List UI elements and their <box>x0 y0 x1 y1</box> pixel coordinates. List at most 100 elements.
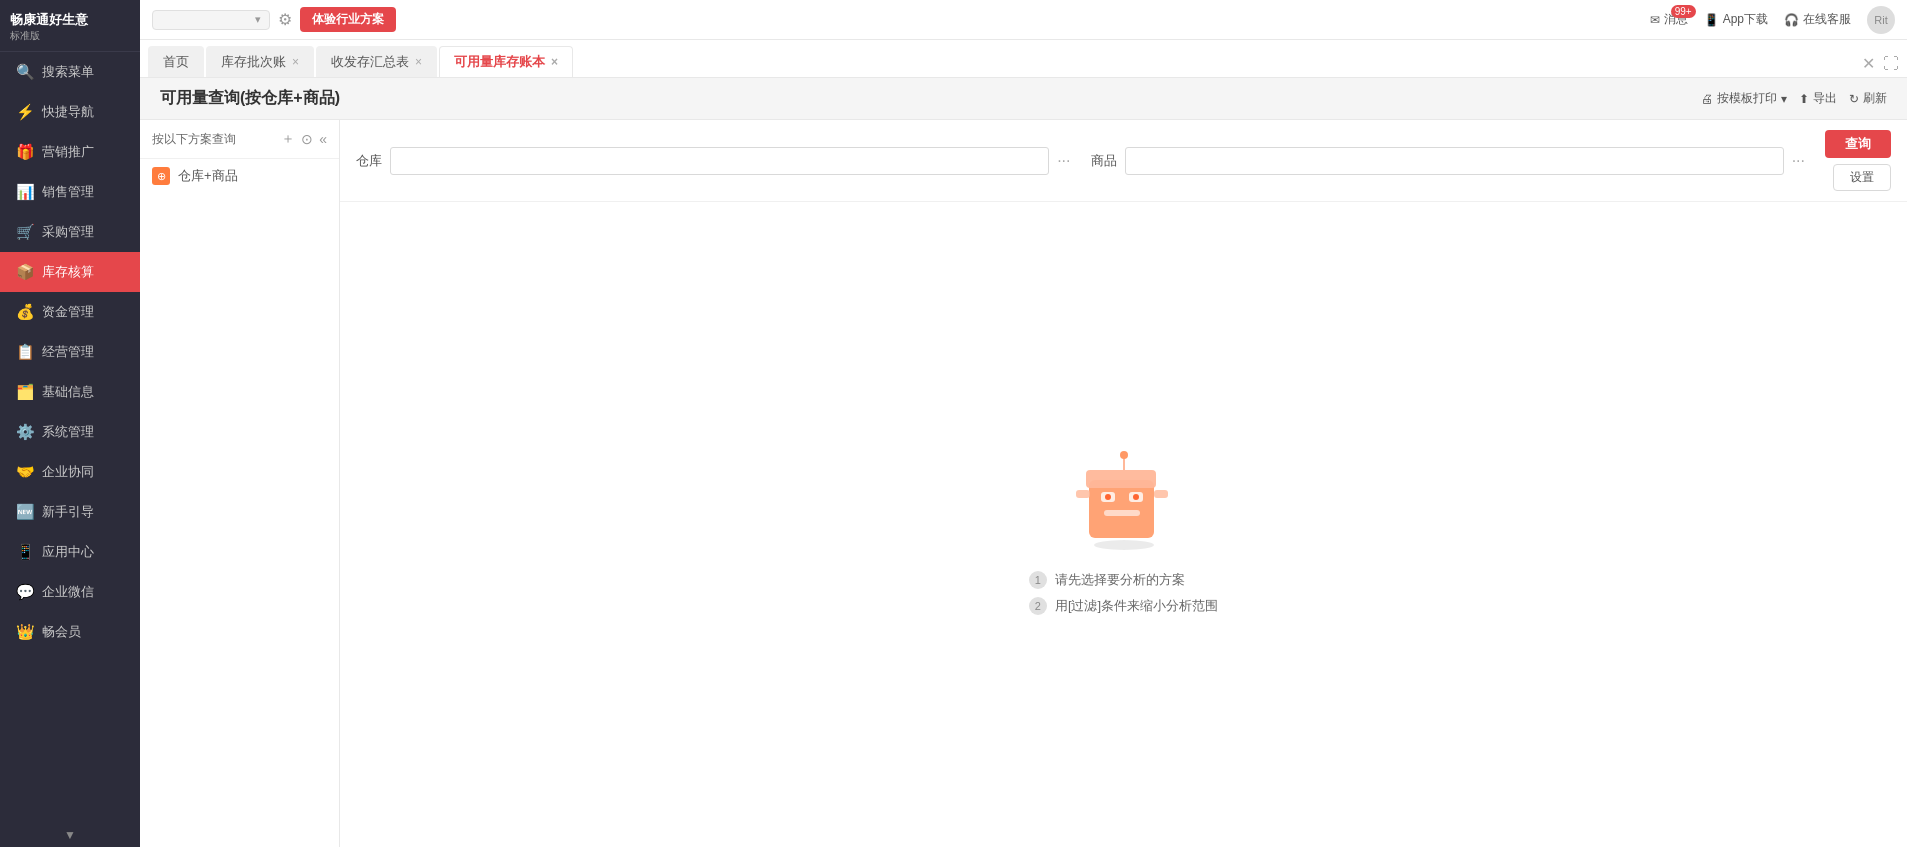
user-avatar[interactable]: Rit <box>1867 6 1895 34</box>
sidebar-item-enterprise[interactable]: 🤝 企业协同 <box>0 452 140 492</box>
settings-filter-icon[interactable]: ⊙ <box>301 131 313 147</box>
tab-batch-ledger[interactable]: 库存批次账 × <box>206 46 314 77</box>
warehouse-goods-icon: ⊕ <box>152 167 170 185</box>
tab-receive-summary-label: 收发存汇总表 <box>331 53 409 71</box>
sidebar-item-search[interactable]: 🔍 搜索菜单 <box>0 52 140 92</box>
empty-state: 1 请先选择要分析的方案 2 用[过滤]条件来缩小分析范围 <box>340 202 1907 847</box>
sidebar-header: 畅康通好生意 标准版 <box>0 0 140 52</box>
refresh-btn[interactable]: ↻ 刷新 <box>1849 90 1887 107</box>
export-label: 导出 <box>1813 90 1837 107</box>
sidebar-item-inventory[interactable]: 📦 库存核算 <box>0 252 140 292</box>
query-btn[interactable]: 查询 <box>1825 130 1891 158</box>
filter-panel-actions: ＋ ⊙ « <box>281 130 327 148</box>
tab-receive-summary[interactable]: 收发存汇总表 × <box>316 46 437 77</box>
svg-point-6 <box>1133 494 1139 500</box>
sidebar-item-label: 销售管理 <box>42 183 94 201</box>
warehouse-label: 仓库 <box>356 152 382 170</box>
sidebar-item-ops[interactable]: 📋 经营管理 <box>0 332 140 372</box>
trial-btn[interactable]: 体验行业方案 <box>300 7 396 32</box>
sidebar-item-label: 经营管理 <box>42 343 94 361</box>
app-name: 畅康通好生意 <box>10 12 130 29</box>
sidebar-scroll-down[interactable]: ▼ <box>0 823 140 847</box>
sidebar-item-apps[interactable]: 📱 应用中心 <box>0 532 140 572</box>
topbar-search-wrap[interactable]: ▾ <box>152 10 270 30</box>
user-name: Rit <box>1874 14 1887 26</box>
app-download-btn[interactable]: 📱 App下载 <box>1704 11 1768 28</box>
close-all-tabs-icon[interactable]: ✕ <box>1862 54 1875 73</box>
sidebar-item-system[interactable]: ⚙️ 系统管理 <box>0 412 140 452</box>
goods-field: 商品 ··· <box>1091 147 1806 175</box>
content-area: 按以下方案查询 ＋ ⊙ « ⊕ 仓库+商品 仓库 <box>140 120 1907 847</box>
sidebar-item-wechat[interactable]: 💬 企业微信 <box>0 572 140 612</box>
query-bar: 仓库 ··· 商品 ··· 查询 设置 <box>340 120 1907 202</box>
sidebar-item-label: 搜索菜单 <box>42 63 94 81</box>
tabs-bar: 首页 库存批次账 × 收发存汇总表 × 可用量库存账本 × ✕ ⛶ <box>140 40 1907 78</box>
app-download-label: App下载 <box>1723 11 1768 28</box>
svg-point-5 <box>1105 494 1111 500</box>
tab-receive-summary-close[interactable]: × <box>415 55 422 69</box>
message-badge: 99+ <box>1671 5 1696 18</box>
filter-panel: 按以下方案查询 ＋ ⊙ « ⊕ 仓库+商品 <box>140 120 340 847</box>
empty-illustration <box>1064 435 1184 555</box>
svg-rect-11 <box>1154 490 1168 498</box>
sidebar-item-label: 企业微信 <box>42 583 94 601</box>
sidebar-item-label: 采购管理 <box>42 223 94 241</box>
collapse-filter-icon[interactable]: « <box>319 131 327 147</box>
topbar-right: ✉ 消息 99+ 📱 App下载 🎧 在线客服 Rit <box>1650 6 1895 34</box>
tip-num-2: 2 <box>1029 597 1047 615</box>
tab-available-ledger-label: 可用量库存账本 <box>454 53 545 71</box>
sidebar-item-label: 系统管理 <box>42 423 94 441</box>
basic-icon: 🗂️ <box>16 383 34 401</box>
tab-batch-ledger-close[interactable]: × <box>292 55 299 69</box>
sales-icon: 📊 <box>16 183 34 201</box>
tab-batch-ledger-label: 库存批次账 <box>221 53 286 71</box>
svg-rect-7 <box>1104 510 1140 516</box>
online-service-label: 在线客服 <box>1803 11 1851 28</box>
online-service-btn[interactable]: 🎧 在线客服 <box>1784 11 1851 28</box>
sidebar-item-label: 基础信息 <box>42 383 94 401</box>
tip-num-1: 1 <box>1029 571 1047 589</box>
goods-input[interactable] <box>1125 147 1784 175</box>
sidebar-item-purchase[interactable]: 🛒 采购管理 <box>0 212 140 252</box>
svg-point-9 <box>1120 451 1128 459</box>
sidebar-item-guide[interactable]: 🆕 新手引导 <box>0 492 140 532</box>
sidebar-item-member[interactable]: 👑 畅会员 <box>0 612 140 652</box>
page-header: 可用量查询(按仓库+商品) 🖨 按模板打印 ▾ ⬆ 导出 ↻ 刷新 <box>140 78 1907 120</box>
filter-item-warehouse-goods[interactable]: ⊕ 仓库+商品 <box>140 159 339 193</box>
settings-btn[interactable]: 设置 <box>1833 164 1891 191</box>
sidebar-item-basic[interactable]: 🗂️ 基础信息 <box>0 372 140 412</box>
sidebar-nav: 🔍 搜索菜单 ⚡ 快捷导航 🎁 营销推广 📊 销售管理 🛒 采购管理 📦 <box>0 52 140 823</box>
message-btn[interactable]: ✉ 消息 99+ <box>1650 11 1688 28</box>
tip-text-1: 请先选择要分析的方案 <box>1055 571 1185 589</box>
sidebar-item-marketing[interactable]: 🎁 营销推广 <box>0 132 140 172</box>
inventory-icon: 📦 <box>16 263 34 281</box>
sidebar: 畅康通好生意 标准版 🔍 搜索菜单 ⚡ 快捷导航 🎁 营销推广 📊 销售管理 🛒 <box>0 0 140 847</box>
warehouse-input[interactable] <box>390 147 1049 175</box>
export-btn[interactable]: ⬆ 导出 <box>1799 90 1837 107</box>
refresh-label: 刷新 <box>1863 90 1887 107</box>
sidebar-item-label: 资金管理 <box>42 303 94 321</box>
tab-available-ledger-close[interactable]: × <box>551 55 558 69</box>
sidebar-item-sales[interactable]: 📊 销售管理 <box>0 172 140 212</box>
print-btn[interactable]: 🖨 按模板打印 ▾ <box>1701 90 1787 107</box>
guide-icon: 🆕 <box>16 503 34 521</box>
system-icon: ⚙️ <box>16 423 34 441</box>
export-icon: ⬆ <box>1799 92 1809 106</box>
goods-more-icon[interactable]: ··· <box>1792 152 1805 170</box>
tab-home[interactable]: 首页 <box>148 46 204 77</box>
warehouse-more-icon[interactable]: ··· <box>1057 152 1070 170</box>
add-filter-icon[interactable]: ＋ <box>281 130 295 148</box>
refresh-icon: ↻ <box>1849 92 1859 106</box>
print-label: 按模板打印 <box>1717 90 1777 107</box>
tabs-bar-actions: ✕ ⛶ <box>1862 54 1907 77</box>
message-icon: ✉ <box>1650 13 1660 27</box>
tip-text-2: 用[过滤]条件来缩小分析范围 <box>1055 597 1218 615</box>
tab-available-ledger[interactable]: 可用量库存账本 × <box>439 46 573 77</box>
topbar-search-input[interactable] <box>161 13 251 27</box>
sidebar-item-label: 畅会员 <box>42 623 81 641</box>
sidebar-item-quick-nav[interactable]: ⚡ 快捷导航 <box>0 92 140 132</box>
gear-icon[interactable]: ⚙ <box>278 10 292 29</box>
expand-icon[interactable]: ⛶ <box>1883 55 1899 73</box>
sidebar-item-label: 库存核算 <box>42 263 94 281</box>
sidebar-item-finance[interactable]: 💰 资金管理 <box>0 292 140 332</box>
